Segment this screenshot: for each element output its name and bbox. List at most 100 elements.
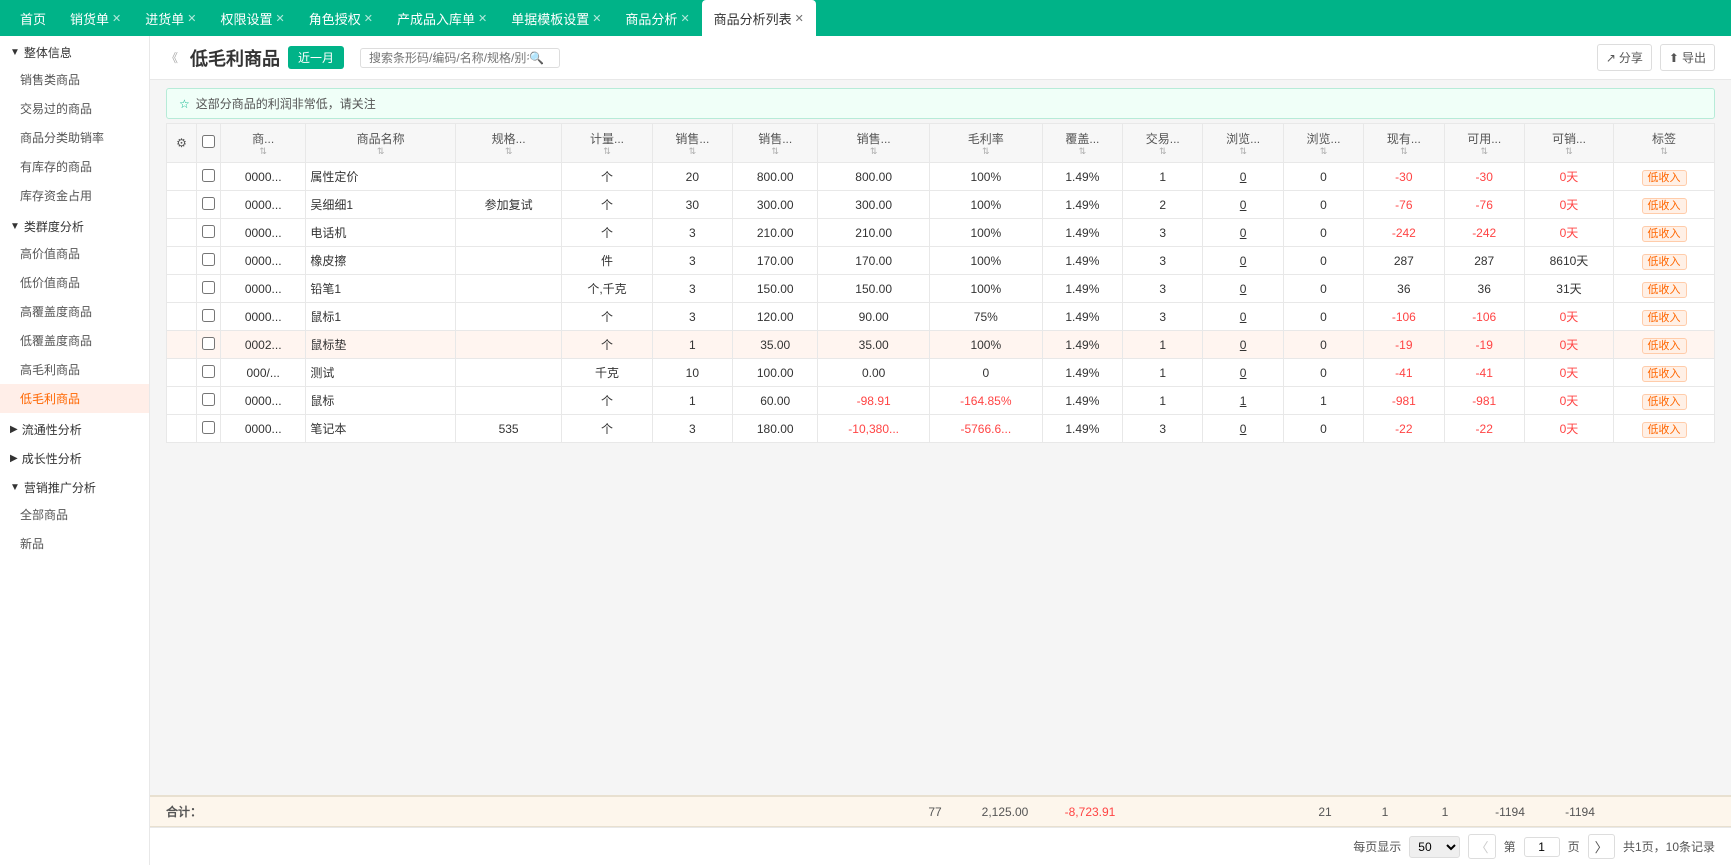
row-checkbox[interactable] xyxy=(197,359,221,387)
row-views1[interactable]: 0 xyxy=(1203,359,1283,387)
nav-close-roles[interactable]: ✕ xyxy=(364,12,373,25)
sidebar-item-inventory-capital[interactable]: 库存资金占用 xyxy=(0,181,149,210)
per-page-select[interactable]: 50 100 200 xyxy=(1409,836,1460,858)
row-check-2[interactable] xyxy=(202,225,215,238)
row-checkbox[interactable] xyxy=(197,303,221,331)
sidebar-item-sales-goods[interactable]: 销售类商品 xyxy=(0,65,149,94)
sidebar-group-overall[interactable]: ▼ 整体信息 xyxy=(0,36,149,65)
sidebar-group-cluster[interactable]: ▼ 类群度分析 xyxy=(0,210,149,239)
row-views1[interactable]: 0 xyxy=(1203,275,1283,303)
search-icon[interactable]: 🔍 xyxy=(529,51,544,65)
col-sales-price[interactable]: 销售...⇅ xyxy=(733,124,818,163)
nav-close-permissions[interactable]: ✕ xyxy=(276,12,285,25)
nav-goods-analysis-list[interactable]: 商品分析列表 ✕ xyxy=(702,0,816,36)
share-button[interactable]: ↗ 分享 xyxy=(1597,44,1652,71)
col-name[interactable]: 商品名称⇅ xyxy=(306,124,455,163)
sidebar-item-low-coverage[interactable]: 低覆盖度商品 xyxy=(0,326,149,355)
nav-close-goods-analysis[interactable]: ✕ xyxy=(680,12,689,25)
row-check-9[interactable] xyxy=(202,421,215,434)
export-button[interactable]: ⬆ 导出 xyxy=(1660,44,1715,71)
row-check-6[interactable] xyxy=(202,337,215,350)
row-views1[interactable]: 0 xyxy=(1203,303,1283,331)
row-views1[interactable]: 1 xyxy=(1203,387,1283,415)
nav-template[interactable]: 单据模板设置 ✕ xyxy=(499,0,613,36)
col-sales-amount[interactable]: 销售...⇅ xyxy=(818,124,930,163)
sidebar-group-marketing[interactable]: ▼ 营销推广分析 xyxy=(0,471,149,500)
row-check-7[interactable] xyxy=(202,365,215,378)
col-sales-qty[interactable]: 销售...⇅ xyxy=(652,124,732,163)
sidebar-group-growth[interactable]: ▶ 成长性分析 xyxy=(0,442,149,471)
row-views1[interactable]: 0 xyxy=(1203,415,1283,443)
nav-permissions[interactable]: 权限设置 ✕ xyxy=(208,0,296,36)
row-checkbox[interactable] xyxy=(197,219,221,247)
time-filter-button[interactable]: 近一月 xyxy=(288,46,344,69)
row-views1[interactable]: 0 xyxy=(1203,247,1283,275)
col-views2[interactable]: 浏览...⇅ xyxy=(1283,124,1363,163)
row-settings[interactable] xyxy=(167,163,197,191)
search-input[interactable] xyxy=(369,51,529,65)
nav-sales[interactable]: 销货单 ✕ xyxy=(58,0,133,36)
nav-purchase[interactable]: 进货单 ✕ xyxy=(133,0,208,36)
col-sellable[interactable]: 可销...⇅ xyxy=(1524,124,1613,163)
nav-roles[interactable]: 角色授权 ✕ xyxy=(297,0,385,36)
row-views1[interactable]: 0 xyxy=(1203,331,1283,359)
row-settings[interactable] xyxy=(167,331,197,359)
nav-close-purchase[interactable]: ✕ xyxy=(187,12,196,25)
row-checkbox[interactable] xyxy=(197,415,221,443)
row-settings[interactable] xyxy=(167,219,197,247)
row-checkbox[interactable] xyxy=(197,275,221,303)
col-unit[interactable]: 计量...⇅ xyxy=(562,124,652,163)
row-settings[interactable] xyxy=(167,275,197,303)
nav-product-storage[interactable]: 产成品入库单 ✕ xyxy=(385,0,499,36)
nav-home[interactable]: 首页 xyxy=(8,0,58,36)
nav-close-goods-analysis-list[interactable]: ✕ xyxy=(795,12,804,25)
col-available[interactable]: 可用...⇅ xyxy=(1444,124,1524,163)
nav-close-product-storage[interactable]: ✕ xyxy=(478,12,487,25)
nav-goods-analysis[interactable]: 商品分析 ✕ xyxy=(613,0,701,36)
col-views1[interactable]: 浏览...⇅ xyxy=(1203,124,1283,163)
nav-close-template[interactable]: ✕ xyxy=(592,12,601,25)
col-settings[interactable]: ⚙ xyxy=(167,124,197,163)
row-check-5[interactable] xyxy=(202,309,215,322)
row-check-0[interactable] xyxy=(202,169,215,182)
sidebar-item-category-sales-rate[interactable]: 商品分类助销率 xyxy=(0,123,149,152)
row-checkbox[interactable] xyxy=(197,331,221,359)
col-checkbox[interactable] xyxy=(197,124,221,163)
col-gross-margin[interactable]: 毛利率⇅ xyxy=(929,124,1042,163)
sidebar-item-traded-goods[interactable]: 交易过的商品 xyxy=(0,94,149,123)
next-page-button[interactable]: 〉 xyxy=(1588,834,1615,859)
row-settings[interactable] xyxy=(167,359,197,387)
row-settings[interactable] xyxy=(167,247,197,275)
sidebar-item-high-value[interactable]: 高价值商品 xyxy=(0,239,149,268)
page-input[interactable] xyxy=(1524,837,1560,857)
prev-page-button[interactable]: 〈 xyxy=(1468,834,1495,859)
sidebar-item-new-goods[interactable]: 新品 xyxy=(0,529,149,558)
row-check-3[interactable] xyxy=(202,253,215,266)
sidebar-item-low-margin[interactable]: 低毛利商品 xyxy=(0,384,149,413)
sidebar-collapse-btn[interactable]: 《 xyxy=(166,49,178,66)
col-transaction[interactable]: 交易...⇅ xyxy=(1123,124,1203,163)
nav-close-sales[interactable]: ✕ xyxy=(112,12,121,25)
row-checkbox[interactable] xyxy=(197,191,221,219)
row-settings[interactable] xyxy=(167,415,197,443)
col-current-stock[interactable]: 现有...⇅ xyxy=(1364,124,1444,163)
sidebar-item-all-goods[interactable]: 全部商品 xyxy=(0,500,149,529)
row-views1[interactable]: 0 xyxy=(1203,219,1283,247)
sidebar-item-in-stock-goods[interactable]: 有库存的商品 xyxy=(0,152,149,181)
row-settings[interactable] xyxy=(167,191,197,219)
row-views1[interactable]: 0 xyxy=(1203,191,1283,219)
sidebar-group-flow[interactable]: ▶ 流通性分析 xyxy=(0,413,149,442)
row-checkbox[interactable] xyxy=(197,387,221,415)
col-coverage[interactable]: 覆盖...⇅ xyxy=(1042,124,1122,163)
sidebar-item-low-value[interactable]: 低价值商品 xyxy=(0,268,149,297)
row-settings[interactable] xyxy=(167,303,197,331)
row-checkbox[interactable] xyxy=(197,163,221,191)
col-tag[interactable]: 标签⇅ xyxy=(1614,124,1715,163)
row-check-4[interactable] xyxy=(202,281,215,294)
row-check-8[interactable] xyxy=(202,393,215,406)
sidebar-item-high-coverage[interactable]: 高覆盖度商品 xyxy=(0,297,149,326)
col-spec[interactable]: 规格...⇅ xyxy=(455,124,562,163)
row-check-1[interactable] xyxy=(202,197,215,210)
row-views1[interactable]: 0 xyxy=(1203,163,1283,191)
row-checkbox[interactable] xyxy=(197,247,221,275)
